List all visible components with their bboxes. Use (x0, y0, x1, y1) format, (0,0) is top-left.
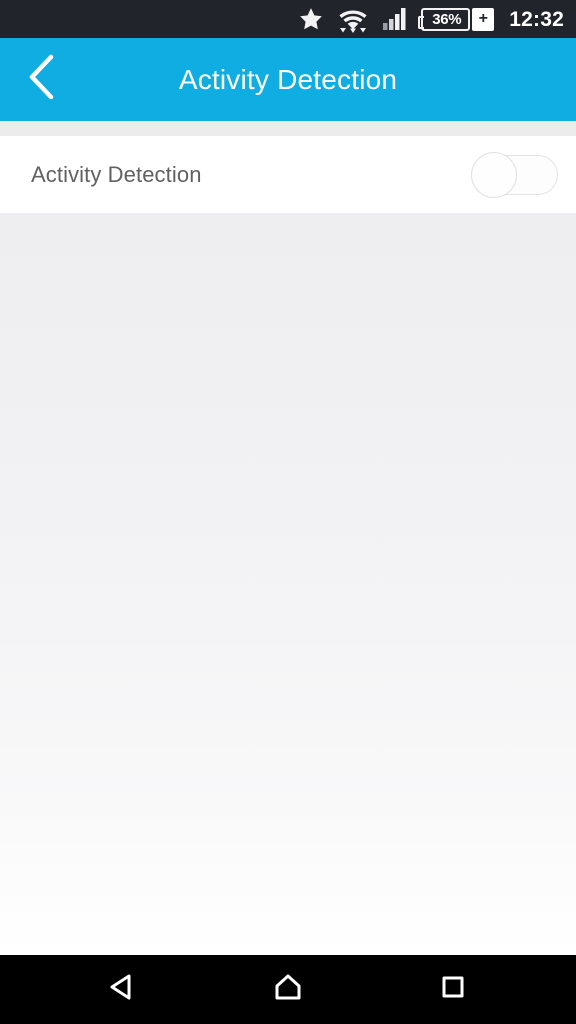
status-bar: 36% + 12:32 (0, 0, 576, 38)
header-divider-strip (0, 121, 576, 136)
nav-back-button[interactable] (87, 955, 159, 1024)
page-title: Activity Detection (178, 63, 398, 95)
toggle-knob (471, 152, 517, 198)
app-header: Activity Detection (0, 38, 576, 121)
wifi-icon (337, 5, 369, 33)
battery-percent-label: 36% (432, 10, 462, 28)
nav-home-button[interactable] (252, 955, 324, 1024)
back-button[interactable] (0, 38, 84, 121)
status-bar-clock: 12:32 (509, 7, 564, 31)
cellular-signal-icon (382, 6, 408, 32)
triangle-left-icon (106, 970, 140, 1009)
setting-row-label: Activity Detection (31, 161, 202, 187)
home-icon (271, 970, 305, 1009)
star-icon (298, 6, 324, 32)
battery-body: 36% (418, 7, 471, 31)
battery-indicator: 36% + (418, 7, 495, 31)
square-icon (436, 970, 470, 1009)
battery-plus-icon: + (472, 7, 495, 31)
chevron-left-icon (24, 52, 60, 107)
phone-screen: 36% + 12:32 Activity Detection Activity … (0, 0, 576, 1024)
nav-recents-button[interactable] (417, 955, 489, 1024)
content-area (0, 213, 576, 955)
setting-row-activity-detection[interactable]: Activity Detection (0, 136, 576, 213)
activity-detection-toggle[interactable] (471, 152, 558, 198)
android-navigation-bar (0, 955, 576, 1024)
